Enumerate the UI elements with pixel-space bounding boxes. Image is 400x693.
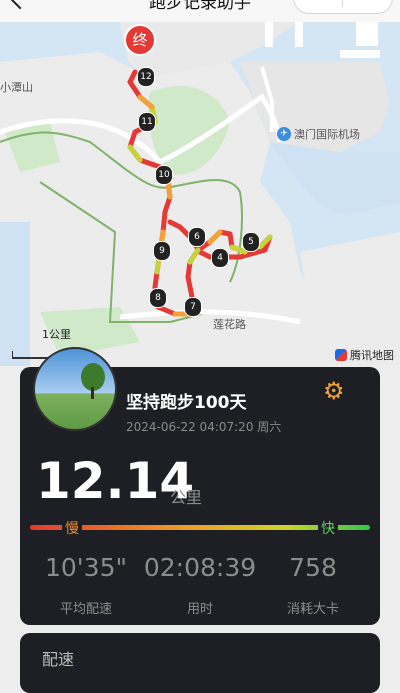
gear-icon[interactable]: ⚙ (323, 379, 345, 403)
avatar (33, 347, 117, 431)
tencent-map-logo-icon (335, 349, 347, 361)
end-marker: 终 (124, 24, 156, 56)
pier-2 (295, 22, 303, 47)
map-scale-label: 1公里 (42, 328, 71, 341)
water-channel (270, 142, 400, 214)
pace-scale-fast: 快 (318, 518, 338, 538)
km-marker-7: 7 (184, 297, 202, 317)
km-marker-12: 12 (137, 67, 155, 87)
km-marker-8: 8 (149, 288, 167, 308)
capsule-divider (342, 0, 343, 7)
mini-program-capsule[interactable] (293, 0, 393, 14)
map-label-xiao-tan-shan: 小潭山 (0, 81, 33, 94)
pier-1 (265, 22, 273, 47)
run-title: 坚持跑步100天 (126, 393, 247, 413)
map-label-airport: 澳门国际机场 (294, 128, 360, 141)
route-map[interactable]: 小潭山 ✈ 澳门国际机场 莲花路 1公里 腾讯地图 终 12 11 10 9 8… (0, 22, 400, 366)
stat-duration-label: 用时 (186, 602, 213, 617)
km-marker-11: 11 (138, 112, 156, 132)
km-marker-10: 10 (155, 165, 173, 185)
map-canvas (0, 22, 400, 366)
map-brand-label: 腾讯地图 (350, 349, 394, 362)
pier-3 (340, 50, 380, 58)
stat-duration-value: 02:08:39 (143, 553, 257, 582)
airport-icon: ✈ (277, 127, 291, 141)
pier-4 (356, 22, 378, 46)
nav-bar: 跑步记录助手 (0, 0, 400, 22)
km-marker-5: 5 (242, 232, 260, 252)
run-datetime: 2024-06-22 04:07:20 周六 (126, 420, 282, 434)
stat-calories-label: 消耗大卡 (286, 602, 339, 617)
km-marker-6: 6 (188, 227, 206, 247)
distance-unit: 公里 (170, 488, 203, 507)
stat-calories-value: 758 (289, 553, 337, 582)
map-brand: 腾讯地图 (335, 347, 394, 363)
stat-avg-pace-label: 平均配速 (59, 602, 112, 617)
pace-scale-slow: 慢 (62, 518, 82, 538)
map-label-road: 莲花路 (213, 318, 246, 331)
water-left (0, 222, 30, 366)
avatar-trunk-shape (91, 387, 94, 399)
km-marker-4: 4 (211, 248, 229, 268)
stat-avg-pace-value: 10'35" (45, 553, 127, 582)
pace-section-title: 配速 (42, 650, 75, 669)
km-marker-9: 9 (153, 241, 171, 261)
